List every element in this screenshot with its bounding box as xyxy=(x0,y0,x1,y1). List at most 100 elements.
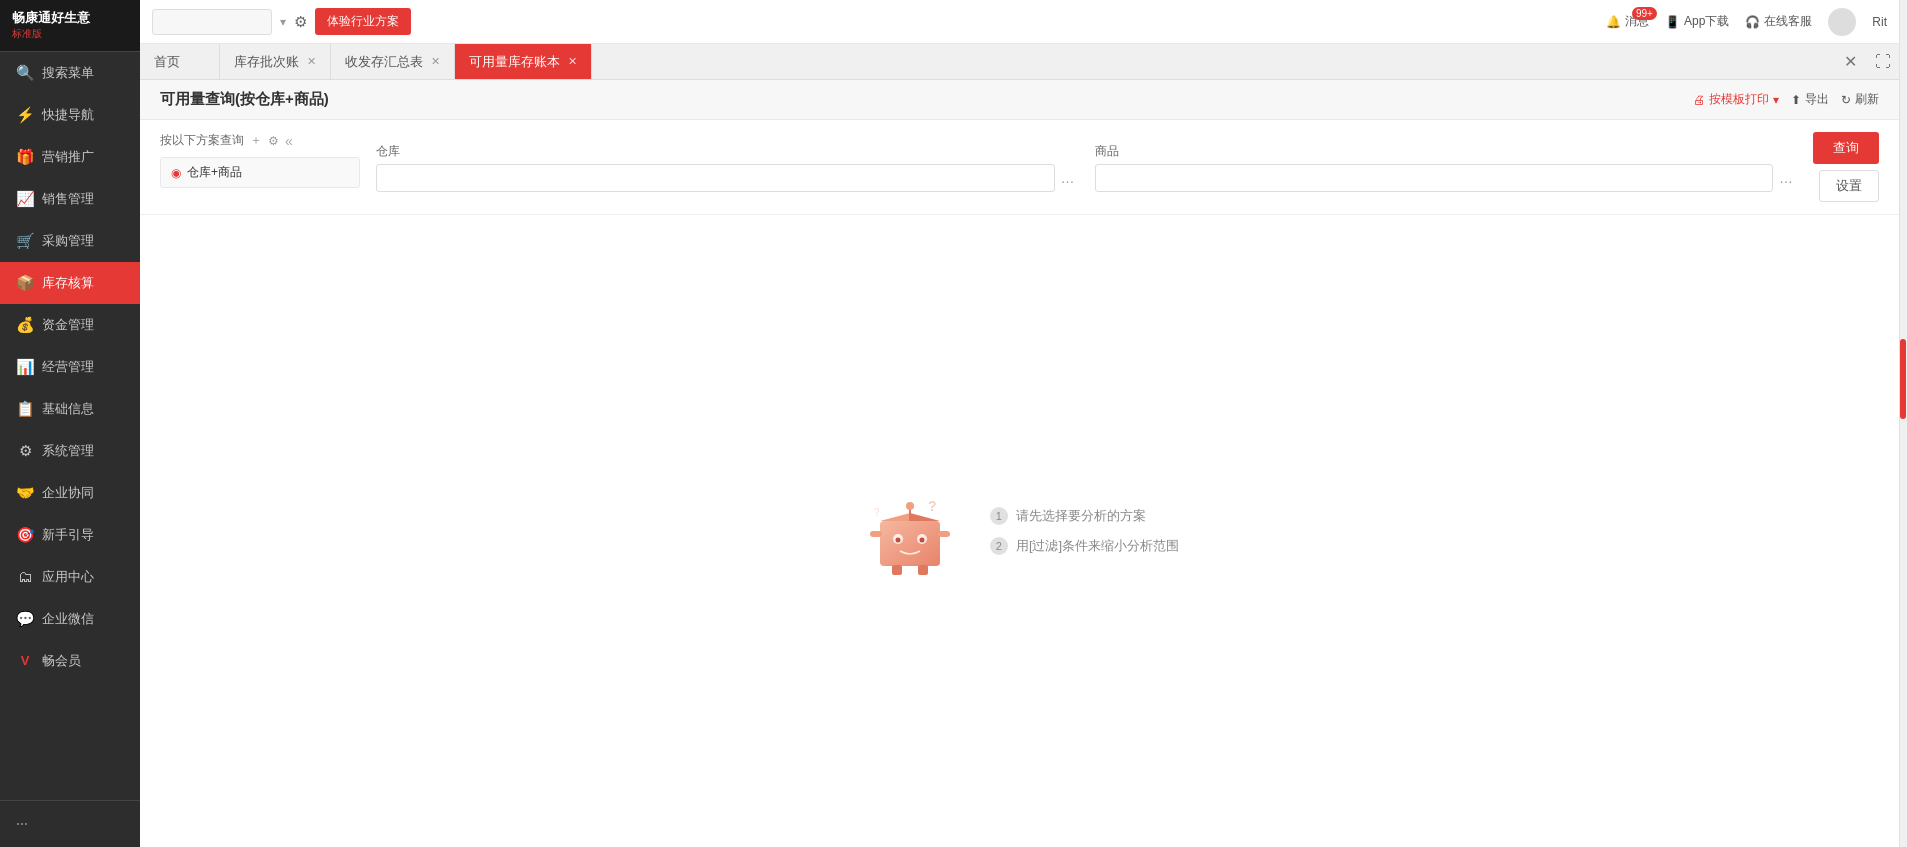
settings-scheme-btn[interactable]: ⚙ xyxy=(268,134,279,148)
print-btn[interactable]: 🖨 按模板打印 ▾ xyxy=(1693,91,1779,108)
export-icon: ⬆ xyxy=(1791,93,1801,107)
query-btn[interactable]: 查询 xyxy=(1813,132,1879,164)
bar-chart-icon: 📊 xyxy=(16,358,34,376)
scheme-icon: ◉ xyxy=(171,166,181,180)
sidebar-item-label: 快捷导航 xyxy=(42,106,94,124)
tab-label: 收发存汇总表 xyxy=(345,53,423,71)
sidebar-item-purchase[interactable]: 🛒 采购管理 xyxy=(0,220,140,262)
tab-label: 首页 xyxy=(154,53,180,71)
product-input[interactable] xyxy=(1095,164,1774,192)
phone-icon: 📱 xyxy=(1665,15,1680,29)
sidebar-item-marketing[interactable]: 🎁 营销推广 xyxy=(0,136,140,178)
empty-tip-2: 2 用[过滤]条件来缩小分析范围 xyxy=(990,537,1179,555)
sidebar-item-system[interactable]: ⚙ 系统管理 xyxy=(0,430,140,472)
tab-available[interactable]: 可用量库存账本 ✕ xyxy=(455,44,592,79)
svg-text:?: ? xyxy=(928,498,937,514)
topbar-chevron-icon[interactable]: ▾ xyxy=(280,15,286,29)
product-more-btn[interactable]: … xyxy=(1779,170,1793,186)
svg-point-6 xyxy=(906,502,914,510)
box-icon: 📦 xyxy=(16,274,34,292)
sidebar-item-basic[interactable]: 📋 基础信息 xyxy=(0,388,140,430)
filter-actions: 查询 设置 xyxy=(1813,132,1879,202)
sidebar-item-label: 经营管理 xyxy=(42,358,94,376)
message-btn[interactable]: 🔔 消息 99+ xyxy=(1606,13,1649,30)
sidebar-scroll: 🔍 搜索菜单 ⚡ 快捷导航 🎁 营销推广 📈 销售管理 🛒 采购管理 📦 库存核… xyxy=(0,52,140,800)
empty-tip-1: 1 请先选择要分析的方案 xyxy=(990,507,1179,525)
setting-btn[interactable]: 设置 xyxy=(1819,170,1879,202)
empty-state: ? ? 1 请先选择要分析的方案 2 用[过滤]条件来缩小分析范围 xyxy=(140,215,1899,847)
topbar-settings-icon[interactable]: ⚙ xyxy=(294,13,307,31)
industry-btn[interactable]: 体验行业方案 xyxy=(315,8,411,35)
sidebar-item-label: 营销推广 xyxy=(42,148,94,166)
sidebar-item-operations[interactable]: 📊 经营管理 xyxy=(0,346,140,388)
sidebar-item-apps[interactable]: 🗂 应用中心 xyxy=(0,556,140,598)
svg-text:?: ? xyxy=(874,507,880,518)
tab-home[interactable]: 首页 xyxy=(140,44,220,79)
money-icon: 💰 xyxy=(16,316,34,334)
apps-icon: 🗂 xyxy=(16,568,34,585)
tip-text-1: 请先选择要分析的方案 xyxy=(1016,507,1146,525)
product-field: 商品 … xyxy=(1095,143,1794,192)
svg-rect-8 xyxy=(938,531,950,537)
sidebar-item-member[interactable]: V 畅会员 xyxy=(0,640,140,682)
sidebar-item-label: 企业微信 xyxy=(42,610,94,628)
sidebar-item-wechat[interactable]: 💬 企业微信 xyxy=(0,598,140,640)
filter-scheme[interactable]: ◉ 仓库+商品 xyxy=(160,157,360,188)
sidebar-item-label: 应用中心 xyxy=(42,568,94,586)
warehouse-input[interactable] xyxy=(376,164,1055,192)
tab-label: 可用量库存账本 xyxy=(469,53,560,71)
warehouse-more-btn[interactable]: … xyxy=(1061,170,1075,186)
sidebar-footer: ⋯ xyxy=(0,800,140,847)
online-service-btn[interactable]: 🎧 在线客服 xyxy=(1745,13,1812,30)
empty-tips: 1 请先选择要分析的方案 2 用[过滤]条件来缩小分析范围 xyxy=(990,507,1179,555)
content-area: 可用量查询(按仓库+商品) 🖨 按模板打印 ▾ ⬆ 导出 ↻ 刷新 xyxy=(140,80,1899,847)
username[interactable]: Rit xyxy=(1872,15,1887,29)
sidebar-item-newbie[interactable]: 🎯 新手引导 xyxy=(0,514,140,556)
clipboard-icon: 📋 xyxy=(16,400,34,418)
tabs-close-all-btn[interactable]: ✕ xyxy=(1834,44,1867,79)
svg-rect-0 xyxy=(880,521,940,566)
sidebar-item-cooperation[interactable]: 🤝 企业协同 xyxy=(0,472,140,514)
app-download-btn[interactable]: 📱 App下载 xyxy=(1665,13,1729,30)
filter-label: 按以下方案查询 ＋ ⚙ « xyxy=(160,132,360,149)
headset-icon: 🎧 xyxy=(1745,15,1760,29)
tabs-bar: 首页 库存批次账 ✕ 收发存汇总表 ✕ 可用量库存账本 ✕ ✕ ⛶ xyxy=(140,44,1899,80)
app-version: 标准版 xyxy=(12,27,128,41)
tab-close-icon[interactable]: ✕ xyxy=(568,55,577,68)
collapse-icon[interactable]: « xyxy=(285,133,293,149)
empty-illustration: ? ? xyxy=(860,481,960,581)
message-badge: 99+ xyxy=(1632,7,1657,20)
vip-icon: V xyxy=(16,653,34,668)
tabs-expand-btn[interactable]: ⛶ xyxy=(1867,44,1899,79)
svg-point-4 xyxy=(919,538,924,543)
add-scheme-btn[interactable]: ＋ xyxy=(250,132,262,149)
filter-left: 按以下方案查询 ＋ ⚙ « ◉ 仓库+商品 xyxy=(160,132,360,188)
sidebar-bottom-more[interactable]: ⋯ xyxy=(0,809,140,839)
chat-icon: 💬 xyxy=(16,610,34,628)
sidebar-item-label: 采购管理 xyxy=(42,232,94,250)
sidebar-item-shortcut[interactable]: ⚡ 快捷导航 xyxy=(0,94,140,136)
tab-close-icon[interactable]: ✕ xyxy=(431,55,440,68)
sidebar-item-finance[interactable]: 💰 资金管理 xyxy=(0,304,140,346)
sidebar-item-sales[interactable]: 📈 销售管理 xyxy=(0,178,140,220)
sidebar-item-label: 基础信息 xyxy=(42,400,94,418)
page-title: 可用量查询(按仓库+商品) xyxy=(160,90,329,109)
topbar-right: 🔔 消息 99+ 📱 App下载 🎧 在线客服 Rit xyxy=(1606,8,1887,36)
scheme-label: 仓库+商品 xyxy=(187,164,242,181)
sidebar-item-search[interactable]: 🔍 搜索菜单 xyxy=(0,52,140,94)
product-input-row: … xyxy=(1095,164,1794,192)
filter-right: 仓库 … 商品 … 查询 设置 xyxy=(376,132,1879,202)
handshake-icon: 🤝 xyxy=(16,484,34,502)
sidebar-item-inventory[interactable]: 📦 库存核算 xyxy=(0,262,140,304)
sidebar-item-label: 搜索菜单 xyxy=(42,64,94,82)
tab-batch[interactable]: 库存批次账 ✕ xyxy=(220,44,331,79)
tab-summary[interactable]: 收发存汇总表 ✕ xyxy=(331,44,455,79)
export-btn[interactable]: ⬆ 导出 xyxy=(1791,91,1829,108)
refresh-btn[interactable]: ↻ 刷新 xyxy=(1841,91,1879,108)
sidebar-item-label: 新手引导 xyxy=(42,526,94,544)
right-scrollbar[interactable] xyxy=(1899,0,1907,847)
refresh-icon: ↻ xyxy=(1841,93,1851,107)
tab-close-icon[interactable]: ✕ xyxy=(307,55,316,68)
svg-rect-7 xyxy=(870,531,882,537)
topbar-search-input[interactable] xyxy=(152,9,272,35)
